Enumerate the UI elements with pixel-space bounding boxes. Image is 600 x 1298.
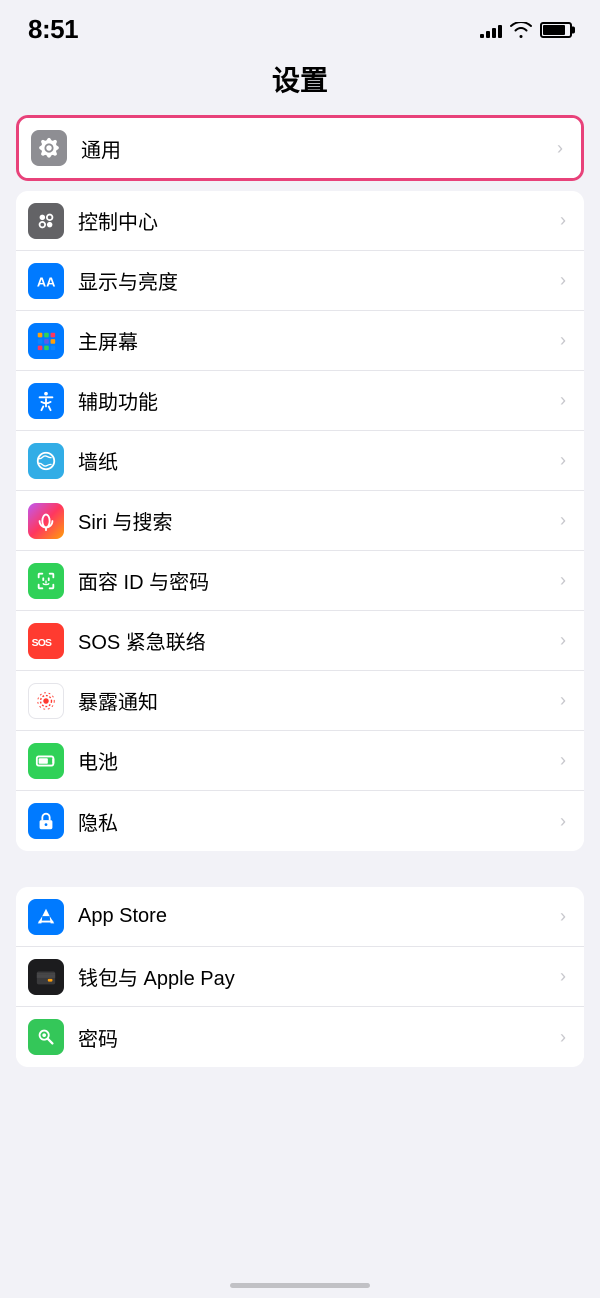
settings-item-display[interactable]: AA 显示与亮度 ›: [16, 251, 584, 311]
settings-group-2: 控制中心 › AA 显示与亮度 ›: [16, 191, 584, 851]
wallpaper-label: 墙纸: [78, 446, 552, 475]
svg-text:SOS: SOS: [32, 637, 52, 648]
faceid-chevron: ›: [560, 570, 566, 591]
home-screen-chevron: ›: [560, 330, 566, 351]
siri-label: Siri 与搜索: [78, 506, 552, 535]
accessibility-icon: [28, 383, 64, 419]
general-icon: [31, 130, 67, 166]
group-separator-1: [0, 181, 600, 191]
passwords-chevron: ›: [560, 1027, 566, 1048]
passwords-label: 密码: [78, 1023, 552, 1052]
faceid-label: 面容 ID 与密码: [78, 566, 552, 595]
settings-item-control-center[interactable]: 控制中心 ›: [16, 191, 584, 251]
privacy-chevron: ›: [560, 811, 566, 832]
exposure-chevron: ›: [560, 690, 566, 711]
battery-label: 电池: [78, 746, 552, 775]
settings-group-3: App Store › 钱包与 Apple Pay ›: [16, 887, 584, 1067]
settings-item-home-screen[interactable]: 主屏幕 ›: [16, 311, 584, 371]
sos-label: SOS 紧急联络: [78, 626, 552, 655]
accessibility-label: 辅助功能: [78, 386, 552, 415]
appstore-icon: [28, 899, 64, 935]
settings-item-accessibility[interactable]: 辅助功能 ›: [16, 371, 584, 431]
svg-text:AA: AA: [37, 274, 56, 289]
appstore-chevron: ›: [560, 906, 566, 927]
exposure-icon: [28, 683, 64, 719]
home-screen-icon: [28, 323, 64, 359]
sos-icon: SOS: [28, 623, 64, 659]
faceid-icon: [28, 563, 64, 599]
highlighted-section: 通用 ›: [16, 115, 584, 181]
siri-icon: [28, 503, 64, 539]
wallpaper-chevron: ›: [560, 450, 566, 471]
home-screen-label: 主屏幕: [78, 326, 552, 355]
settings-item-appstore[interactable]: App Store ›: [16, 887, 584, 947]
wifi-icon: [510, 22, 532, 38]
settings-item-privacy[interactable]: 隐私 ›: [16, 791, 584, 851]
status-bar: 8:51: [0, 0, 600, 51]
control-center-label: 控制中心: [78, 206, 552, 235]
settings-item-exposure[interactable]: 暴露通知 ›: [16, 671, 584, 731]
group-separator-2: [0, 851, 600, 887]
wallet-label: 钱包与 Apple Pay: [78, 962, 552, 991]
settings-item-general[interactable]: 通用 ›: [19, 118, 581, 178]
settings-item-wallet[interactable]: 钱包与 Apple Pay ›: [16, 947, 584, 1007]
appstore-label: App Store: [78, 905, 552, 928]
display-label: 显示与亮度: [78, 266, 552, 295]
settings-item-passwords[interactable]: 密码 ›: [16, 1007, 584, 1067]
display-chevron: ›: [560, 270, 566, 291]
privacy-icon: [28, 803, 64, 839]
exposure-label: 暴露通知: [78, 686, 552, 715]
battery-chevron: ›: [560, 750, 566, 771]
settings-item-siri[interactable]: Siri 与搜索 ›: [16, 491, 584, 551]
general-chevron: ›: [557, 138, 563, 159]
wallpaper-icon: [28, 443, 64, 479]
status-icons: [480, 22, 572, 38]
settings-item-wallpaper[interactable]: 墙纸 ›: [16, 431, 584, 491]
control-center-chevron: ›: [560, 210, 566, 231]
home-indicator: [230, 1283, 370, 1288]
privacy-label: 隐私: [78, 807, 552, 836]
sos-chevron: ›: [560, 630, 566, 651]
wallet-icon: [28, 959, 64, 995]
general-label: 通用: [81, 134, 549, 163]
passwords-icon: [28, 1019, 64, 1055]
settings-item-faceid[interactable]: 面容 ID 与密码 ›: [16, 551, 584, 611]
accessibility-chevron: ›: [560, 390, 566, 411]
page-title: 设置: [0, 51, 600, 115]
settings-item-sos[interactable]: SOS SOS 紧急联络 ›: [16, 611, 584, 671]
battery-settings-icon: [28, 743, 64, 779]
control-center-icon: [28, 203, 64, 239]
status-time: 8:51: [28, 14, 78, 45]
signal-icon: [480, 22, 502, 38]
settings-item-battery[interactable]: 电池 ›: [16, 731, 584, 791]
wallet-chevron: ›: [560, 966, 566, 987]
battery-icon: [540, 22, 572, 38]
siri-chevron: ›: [560, 510, 566, 531]
display-icon: AA: [28, 263, 64, 299]
